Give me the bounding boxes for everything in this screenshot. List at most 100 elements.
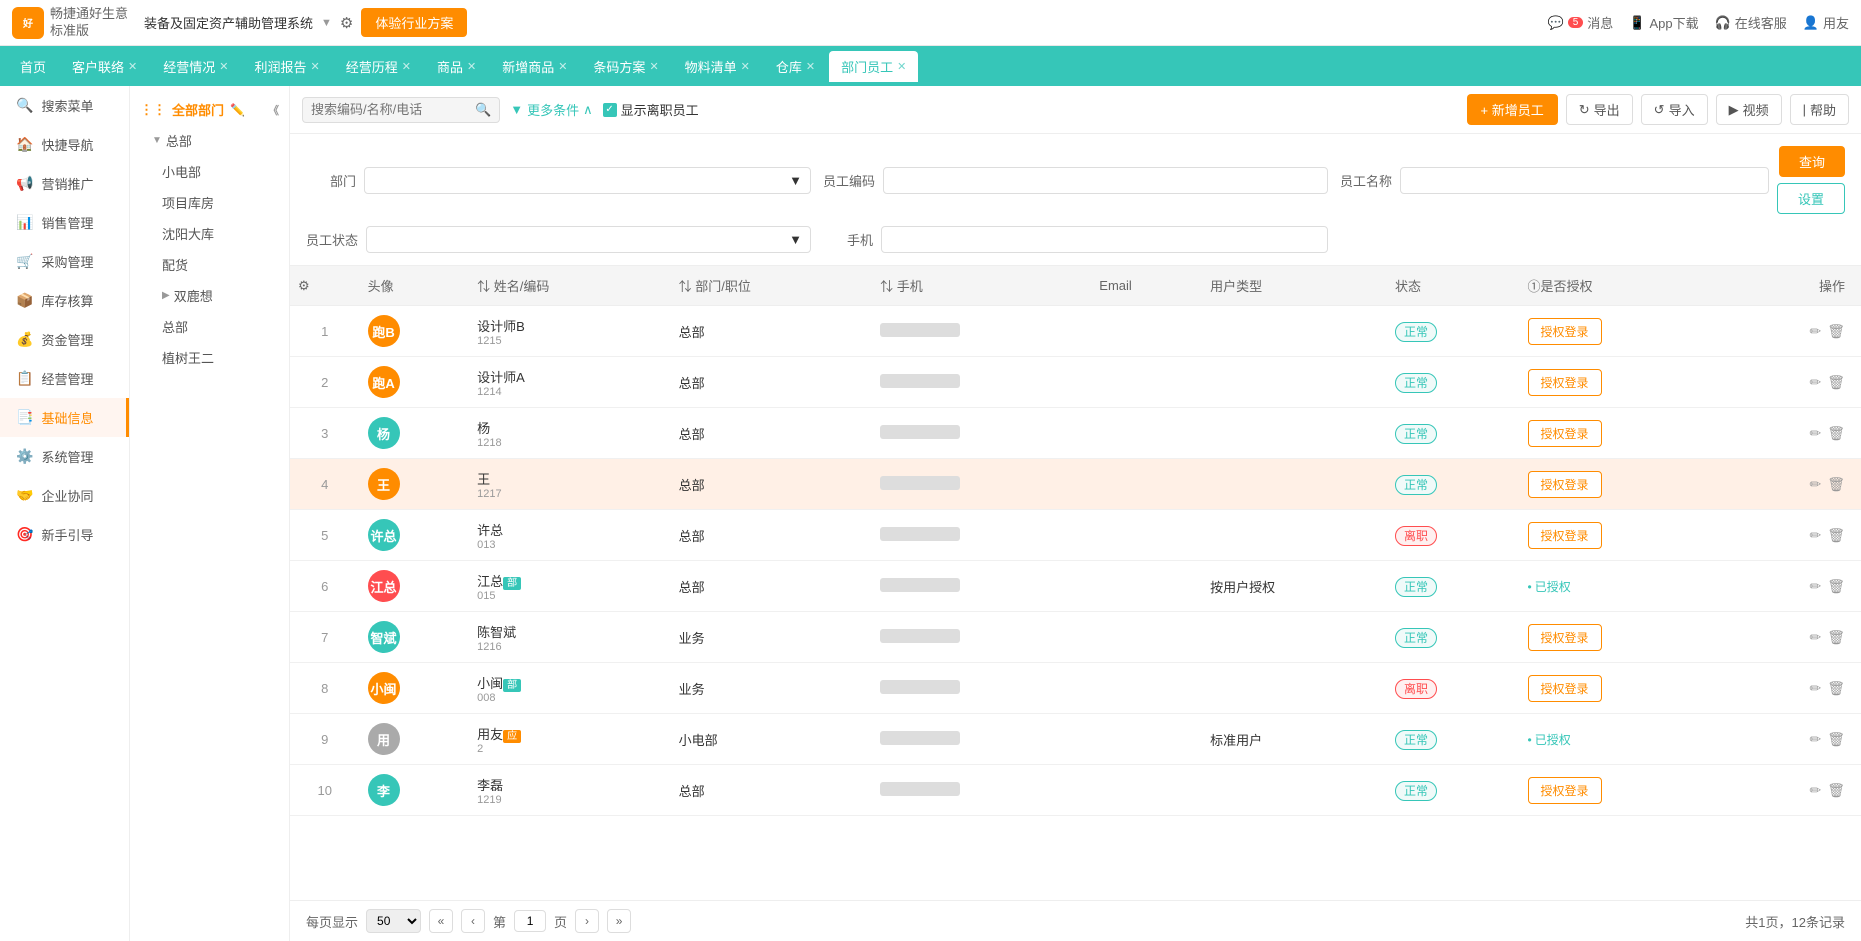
phone-cell [872, 510, 1091, 561]
edit-icon[interactable]: ✏ [1809, 731, 1821, 748]
delete-icon[interactable]: 🗑 [1827, 425, 1845, 442]
nav-tab-operation[interactable]: 经营情况 ✕ [151, 51, 240, 82]
col-dept[interactable]: ⇅ 部门/职位 [671, 266, 872, 306]
auth-button[interactable]: 授权登录 [1528, 369, 1602, 396]
col-name[interactable]: ⇅ 姓名/编码 [469, 266, 670, 306]
query-button[interactable]: 查询 [1779, 146, 1845, 177]
delete-icon[interactable]: 🗑 [1827, 578, 1845, 595]
online-service[interactable]: 🎧 在线客服 [1715, 13, 1787, 32]
sidebar-item-guide[interactable]: 🎯 新手引导 [0, 515, 129, 554]
sidebar-item-management[interactable]: 📋 经营管理 [0, 359, 129, 398]
nav-tab-customer[interactable]: 客户联络 ✕ [60, 51, 149, 82]
delete-icon[interactable]: 🗑 [1827, 323, 1845, 340]
show-resigned-checkbox[interactable]: ✓ 显示离职员工 [603, 100, 699, 119]
dept-cell: 总部 [671, 510, 872, 561]
dept-item-shuanglu[interactable]: ▶双鹿想 [130, 280, 289, 311]
last-page-btn[interactable]: » [607, 909, 631, 933]
set-button[interactable]: 设置 [1777, 183, 1845, 214]
delete-icon[interactable]: 🗑 [1827, 374, 1845, 391]
edit-icon[interactable]: ✏ [1809, 629, 1821, 646]
edit-icon[interactable]: ✏ [1809, 782, 1821, 799]
phone-input[interactable] [881, 226, 1328, 253]
dept-item-small-electronics[interactable]: 小电部 [130, 156, 289, 187]
page-size-select[interactable]: 50 100 200 [366, 909, 421, 933]
add-employee-button[interactable]: + 新增员工 [1467, 94, 1558, 125]
gear-icon[interactable]: ⚙ [340, 14, 353, 32]
sidebar-item-sales[interactable]: 📊 销售管理 [0, 203, 129, 242]
edit-icon[interactable]: ✏ [1809, 680, 1821, 697]
edit-icon[interactable]: ✏ [1809, 578, 1821, 595]
first-page-btn[interactable]: « [429, 909, 453, 933]
delete-icon[interactable]: 🗑 [1827, 476, 1845, 493]
auth-button[interactable]: 授权登录 [1528, 624, 1602, 651]
dept-select[interactable]: ▼ [364, 167, 811, 194]
nav-tab-bom[interactable]: 物料清单 ✕ [673, 51, 762, 82]
dept-item-hq[interactable]: 总部 [130, 311, 289, 342]
col-settings[interactable]: ⚙ [290, 266, 360, 306]
edit-icon[interactable]: ✏ [1809, 374, 1821, 391]
delete-icon[interactable]: 🗑 [1827, 782, 1845, 799]
nav-tab-employee[interactable]: 部门员工 ✕ [829, 51, 918, 82]
prev-page-btn[interactable]: ‹ [461, 909, 485, 933]
nav-tab-warehouse[interactable]: 仓库 ✕ [764, 51, 827, 82]
user-menu[interactable]: 👤 用友 [1803, 13, 1849, 32]
sidebar-item-marketing[interactable]: 📢 营销推广 [0, 164, 129, 203]
app-download[interactable]: 📱 App下载 [1629, 13, 1698, 32]
nav-tab-barcode[interactable]: 条码方案 ✕ [581, 51, 670, 82]
collapse-tree-btn[interactable]: 《 [268, 102, 279, 118]
page-number-input[interactable] [514, 910, 546, 932]
search-input[interactable] [311, 102, 471, 117]
delete-icon[interactable]: 🗑 [1827, 680, 1845, 697]
auth-button[interactable]: 授权登录 [1528, 420, 1602, 447]
dept-item-distribution[interactable]: 配货 [130, 249, 289, 280]
table-row: 6 江总 江总部 015 总部 按用户授权 正常 已授权 ✏ 🗑 [290, 561, 1861, 612]
auth-button[interactable]: 授权登录 [1528, 471, 1602, 498]
delete-icon[interactable]: 🗑 [1827, 731, 1845, 748]
nav-tab-history[interactable]: 经营历程 ✕ [334, 51, 423, 82]
sidebar-item-finance[interactable]: 💰 资金管理 [0, 320, 129, 359]
filter-btn[interactable]: ▼ 更多条件 ∧ [510, 100, 592, 119]
edit-icon[interactable]: ✏ [1809, 425, 1821, 442]
emp-name-input[interactable] [1400, 167, 1769, 194]
sidebar-item-quicknav[interactable]: 🏠 快捷导航 [0, 125, 129, 164]
advanced-search: 部门 ▼ 员工编码 员工名称 查询 设置 [290, 134, 1861, 266]
system-title-dropdown[interactable]: ▼ [321, 17, 332, 29]
edit-icon[interactable]: ✏ [1809, 476, 1821, 493]
help-button[interactable]: | 帮助 [1790, 94, 1849, 125]
sidebar-item-collab[interactable]: 🤝 企业协同 [0, 476, 129, 515]
nav-tab-goods[interactable]: 商品 ✕ [425, 51, 488, 82]
trial-button[interactable]: 体验行业方案 [361, 8, 467, 37]
nav-tab-profit[interactable]: 利润报告 ✕ [242, 51, 331, 82]
dept-item-shenyang[interactable]: 沈阳大库 [130, 218, 289, 249]
dept-item-general[interactable]: ▼总部 [130, 125, 289, 156]
auth-button[interactable]: 授权登录 [1528, 777, 1602, 804]
export-button[interactable]: ↻ 导出 [1566, 94, 1633, 125]
dept-edit-icon[interactable]: ✏️ [230, 103, 245, 117]
nav-tab-home[interactable]: 首页 [8, 51, 58, 82]
nav-tab-add-goods[interactable]: 新增商品 ✕ [490, 51, 579, 82]
status-select[interactable]: ▼ [366, 226, 811, 253]
search-icon[interactable]: 🔍 [475, 102, 491, 118]
next-page-btn[interactable]: › [575, 909, 599, 933]
dept-item-project-warehouse[interactable]: 项目库房 [130, 187, 289, 218]
edit-icon[interactable]: ✏ [1809, 323, 1821, 340]
sidebar-item-inventory[interactable]: 📦 库存核算 [0, 281, 129, 320]
auth-button[interactable]: 授权登录 [1528, 318, 1602, 345]
sidebar-item-system[interactable]: ⚙️ 系统管理 [0, 437, 129, 476]
emp-code-input[interactable] [883, 167, 1328, 194]
message-icon[interactable]: 💬 5 消息 [1548, 13, 1614, 32]
view-button[interactable]: ▶ 视频 [1716, 94, 1782, 125]
auth-button[interactable]: 授权登录 [1528, 522, 1602, 549]
edit-icon[interactable]: ✏ [1809, 527, 1821, 544]
sidebar-item-basic[interactable]: 📑 基础信息 [0, 398, 129, 437]
col-phone[interactable]: ⇅ 手机 [872, 266, 1091, 306]
dept-cell: 总部 [671, 765, 872, 816]
delete-icon[interactable]: 🗑 [1827, 527, 1845, 544]
sidebar-item-purchase[interactable]: 🛒 采购管理 [0, 242, 129, 281]
delete-icon[interactable]: 🗑 [1827, 629, 1845, 646]
import-button[interactable]: ↺ 导入 [1641, 94, 1708, 125]
auth-button[interactable]: 授权登录 [1528, 675, 1602, 702]
dept-item-zhishu[interactable]: 植树王二 [130, 342, 289, 373]
sidebar-item-search[interactable]: 🔍 搜索菜单 [0, 86, 129, 125]
row-number: 6 [290, 561, 360, 612]
